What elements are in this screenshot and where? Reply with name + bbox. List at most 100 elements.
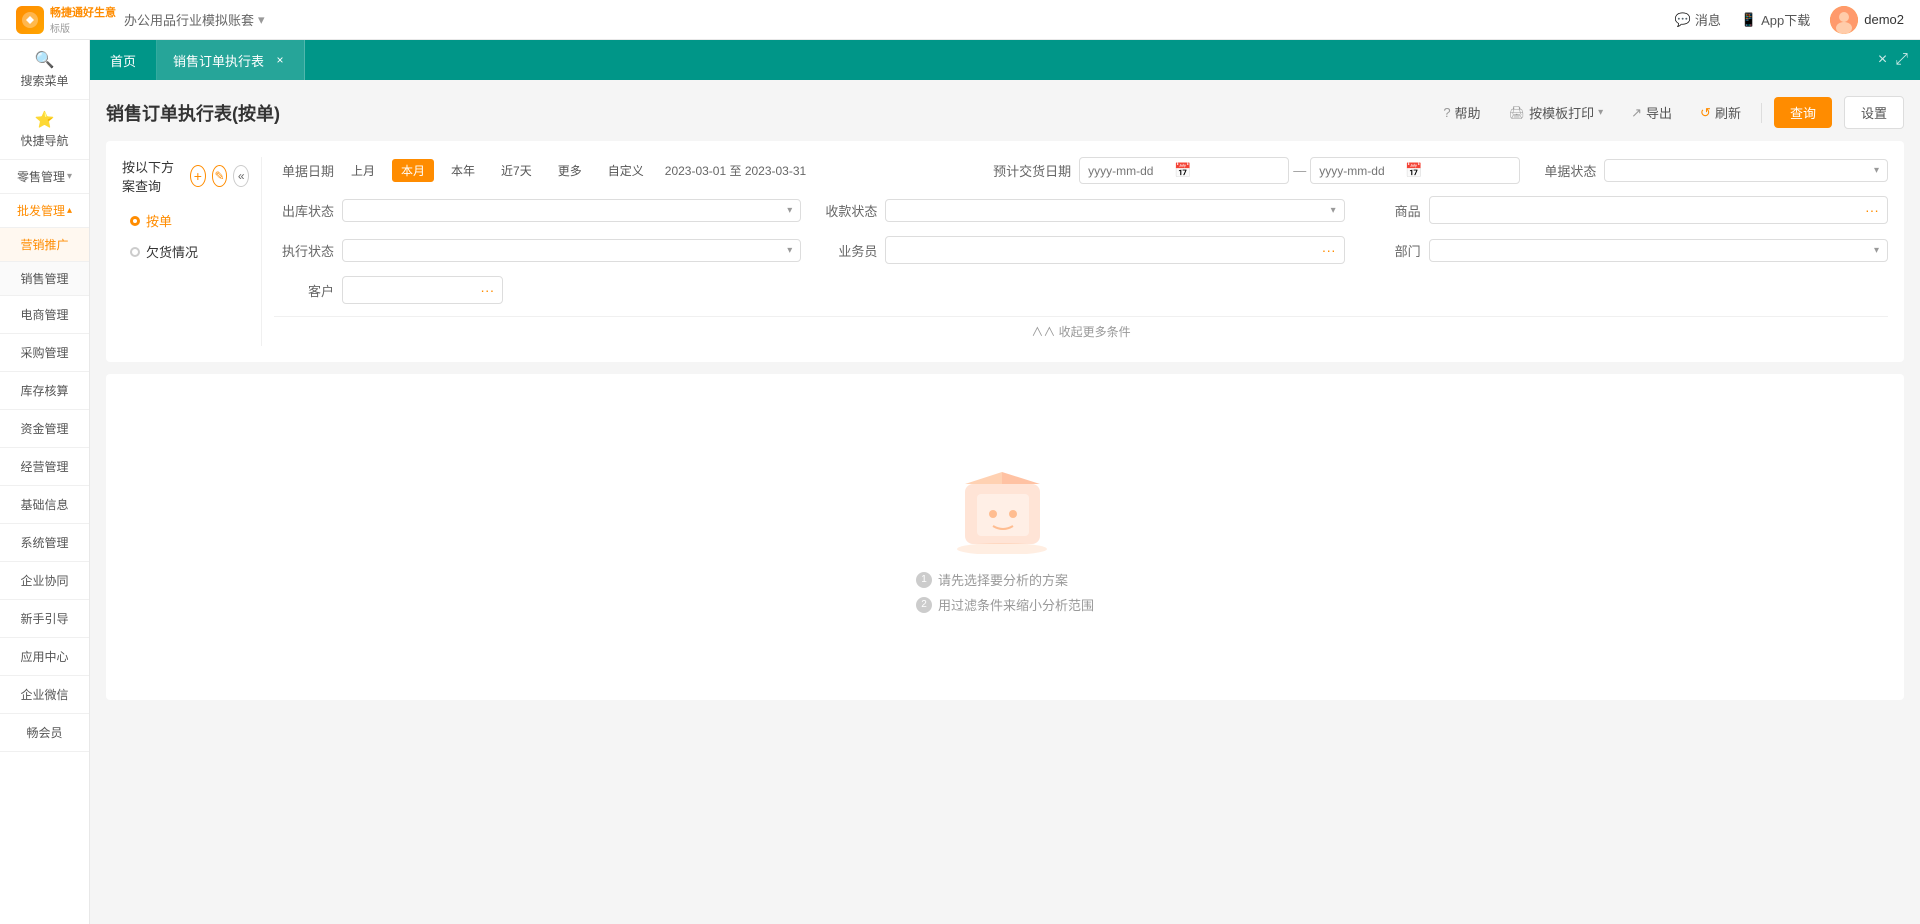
app-download-button[interactable]: 📱 App下载 xyxy=(1741,10,1810,29)
date-last-7days[interactable]: 近7天 xyxy=(492,159,541,182)
refresh-button[interactable]: ↺ 刷新 xyxy=(1692,99,1749,126)
main-body: 🔍 搜索菜单 ⭐ 快捷导航 零售管理 ▾ 批发管理 ▴ 营销推广 销售管理 xyxy=(0,40,1920,924)
page-title: 销售订单执行表(按单) xyxy=(106,100,280,126)
tab-sales-exec[interactable]: 销售订单执行表 × xyxy=(157,40,305,80)
chevron-up-icon: ▴ xyxy=(67,205,72,216)
tab-bar: 首页 销售订单执行表 × × ⤢ xyxy=(90,40,1920,80)
tab-expand-icon[interactable]: ⤢ xyxy=(1895,51,1908,69)
filter-row-4: 客户 ··· xyxy=(274,276,1888,304)
divider xyxy=(1761,103,1762,123)
goods-more-icon[interactable]: ··· xyxy=(1865,202,1879,218)
dept-select[interactable]: ▾ xyxy=(1429,239,1888,262)
sidebar-item-purchase[interactable]: 采购管理 xyxy=(0,334,89,372)
calendar-start-icon[interactable]: 📅 xyxy=(1174,162,1191,179)
scheme-item-order[interactable]: 按单 xyxy=(122,205,249,236)
logo-area: 畅捷通好生意 标版 xyxy=(16,4,116,35)
chevron-down-icon: ▾ xyxy=(1874,245,1879,256)
avatar xyxy=(1830,6,1858,34)
goods-input[interactable]: ··· xyxy=(1429,196,1888,224)
page-content: 销售订单执行表(按单) ? 帮助 🖨 按模板打印 ▾ ↗ xyxy=(90,80,1920,924)
sidebar-item-basic-info[interactable]: 基础信息 xyxy=(0,486,89,524)
exec-status-field: 执行状态 ▾ xyxy=(274,239,801,262)
filter-row-3: 执行状态 ▾ 业务员 ··· xyxy=(274,236,1888,264)
sidebar: 🔍 搜索菜单 ⭐ 快捷导航 零售管理 ▾ 批发管理 ▴ 营销推广 销售管理 xyxy=(0,40,90,924)
chevron-down-icon: ▾ xyxy=(67,171,72,182)
scheme-panel: 按以下方案查询 + ✎ « 按单 xyxy=(122,157,262,346)
header-left: 畅捷通好生意 标版 办公用品行业模拟账套 ▾ xyxy=(16,4,265,35)
sidebar-item-newbie[interactable]: 新手引导 xyxy=(0,600,89,638)
sidebar-item-inventory[interactable]: 库存核算 xyxy=(0,372,89,410)
sidebar-item-member[interactable]: 畅会员 xyxy=(0,714,89,752)
header-right: 💬 消息 📱 App下载 demo2 xyxy=(1675,6,1904,34)
edit-scheme-button[interactable]: ✎ xyxy=(212,165,228,187)
date-custom[interactable]: 自定义 xyxy=(599,159,653,182)
date-more[interactable]: 更多 xyxy=(549,159,591,182)
logo-icon xyxy=(16,6,44,34)
sidebar-item-enterprise[interactable]: 企业协同 xyxy=(0,562,89,600)
message-button[interactable]: 💬 消息 xyxy=(1675,10,1721,29)
customer-more-icon[interactable]: ··· xyxy=(480,282,494,298)
customer-field: 客户 ··· xyxy=(274,276,503,304)
sidebar-sub-item-marketing[interactable]: 营销推广 xyxy=(0,228,89,262)
date-end-input[interactable] xyxy=(1319,164,1399,178)
logo-text: 畅捷通好生意 标版 xyxy=(50,4,116,35)
shipment-status-select[interactable]: ▾ xyxy=(342,199,801,222)
empty-hint-2: 2 用过滤条件来缩小分析范围 xyxy=(916,595,1094,614)
shipment-status-field: 出库状态 ▾ xyxy=(274,199,801,222)
salesman-more-icon[interactable]: ··· xyxy=(1322,242,1336,258)
export-button[interactable]: ↗ 导出 xyxy=(1623,99,1680,126)
page-actions: ? 帮助 🖨 按模板打印 ▾ ↗ 导出 ↺ xyxy=(1435,96,1904,129)
message-icon: 💬 xyxy=(1675,12,1691,28)
print-button[interactable]: 🖨 按模板打印 ▾ xyxy=(1501,99,1612,126)
sidebar-item-ecommerce[interactable]: 电商管理 xyxy=(0,296,89,334)
date-this-month[interactable]: 本月 xyxy=(392,159,434,182)
sidebar-sub-item-sales[interactable]: 销售管理 xyxy=(0,262,89,296)
sidebar-item-app-center[interactable]: 应用中心 xyxy=(0,638,89,676)
query-button[interactable]: 查询 xyxy=(1774,97,1832,128)
date-this-year[interactable]: 本年 xyxy=(442,159,484,182)
sidebar-item-system[interactable]: 系统管理 xyxy=(0,524,89,562)
sidebar-item-retail[interactable]: 零售管理 ▾ xyxy=(0,160,89,194)
empty-icon xyxy=(945,454,1065,554)
sidebar-item-wholesale[interactable]: 批发管理 ▴ xyxy=(0,194,89,228)
top-header: 畅捷通好生意 标版 办公用品行业模拟账套 ▾ 💬 消息 📱 App下载 xyxy=(0,0,1920,40)
tab-close-all-icon[interactable]: × xyxy=(1878,51,1887,69)
filter-body: 按以下方案查询 + ✎ « 按单 xyxy=(122,157,1888,346)
add-scheme-button[interactable]: + xyxy=(190,165,206,187)
chevron-down-icon: ▾ xyxy=(1874,165,1879,176)
sidebar-item-operations[interactable]: 经营管理 xyxy=(0,448,89,486)
settings-button[interactable]: 设置 xyxy=(1844,96,1904,129)
tab-close-button[interactable]: × xyxy=(272,52,288,68)
exec-status-select[interactable]: ▾ xyxy=(342,239,801,262)
sidebar-item-wechat[interactable]: 企业微信 xyxy=(0,676,89,714)
expected-date-field: 预计交货日期 📅 — xyxy=(993,157,1520,184)
sidebar-item-finance[interactable]: 资金管理 xyxy=(0,410,89,448)
goods-field: 商品 ··· xyxy=(1361,196,1888,224)
sidebar-item-search[interactable]: 🔍 搜索菜单 xyxy=(0,40,89,100)
calendar-end-icon[interactable]: 📅 xyxy=(1405,162,1422,179)
scheme-radio-inactive xyxy=(130,247,140,257)
user-menu[interactable]: demo2 xyxy=(1830,6,1904,34)
collapse-scheme-button[interactable]: « xyxy=(233,165,249,187)
collapse-icon: ∧∧ xyxy=(1031,325,1055,339)
tab-bar-right: × ⤢ xyxy=(1866,40,1920,80)
date-start-input[interactable] xyxy=(1088,164,1168,178)
customer-input[interactable]: ··· xyxy=(342,276,503,304)
export-icon: ↗ xyxy=(1631,105,1642,121)
sidebar-item-quick-nav[interactable]: ⭐ 快捷导航 xyxy=(0,100,89,160)
tab-home[interactable]: 首页 xyxy=(90,40,157,80)
salesman-input[interactable]: ··· xyxy=(885,236,1344,264)
date-last-month[interactable]: 上月 xyxy=(342,159,384,182)
print-icon: 🖨 xyxy=(1509,105,1526,121)
empty-hint: 1 请先选择要分析的方案 2 用过滤条件来缩小分析范围 xyxy=(916,570,1094,620)
doc-status-select[interactable]: ▾ xyxy=(1604,159,1888,182)
expected-date-end[interactable]: 📅 xyxy=(1310,157,1520,184)
payment-status-select[interactable]: ▾ xyxy=(885,199,1344,222)
doc-status-field: 单据状态 ▾ xyxy=(1536,159,1888,182)
scheme-item-debt[interactable]: 欠货情况 xyxy=(122,236,249,267)
help-button[interactable]: ? 帮助 xyxy=(1435,99,1488,126)
collapse-bar[interactable]: ∧∧ 收起更多条件 xyxy=(274,316,1888,346)
chevron-down-icon: ▾ xyxy=(1331,205,1336,216)
page-header: 销售订单执行表(按单) ? 帮助 🖨 按模板打印 ▾ ↗ xyxy=(106,96,1904,129)
expected-date-start[interactable]: 📅 xyxy=(1079,157,1289,184)
